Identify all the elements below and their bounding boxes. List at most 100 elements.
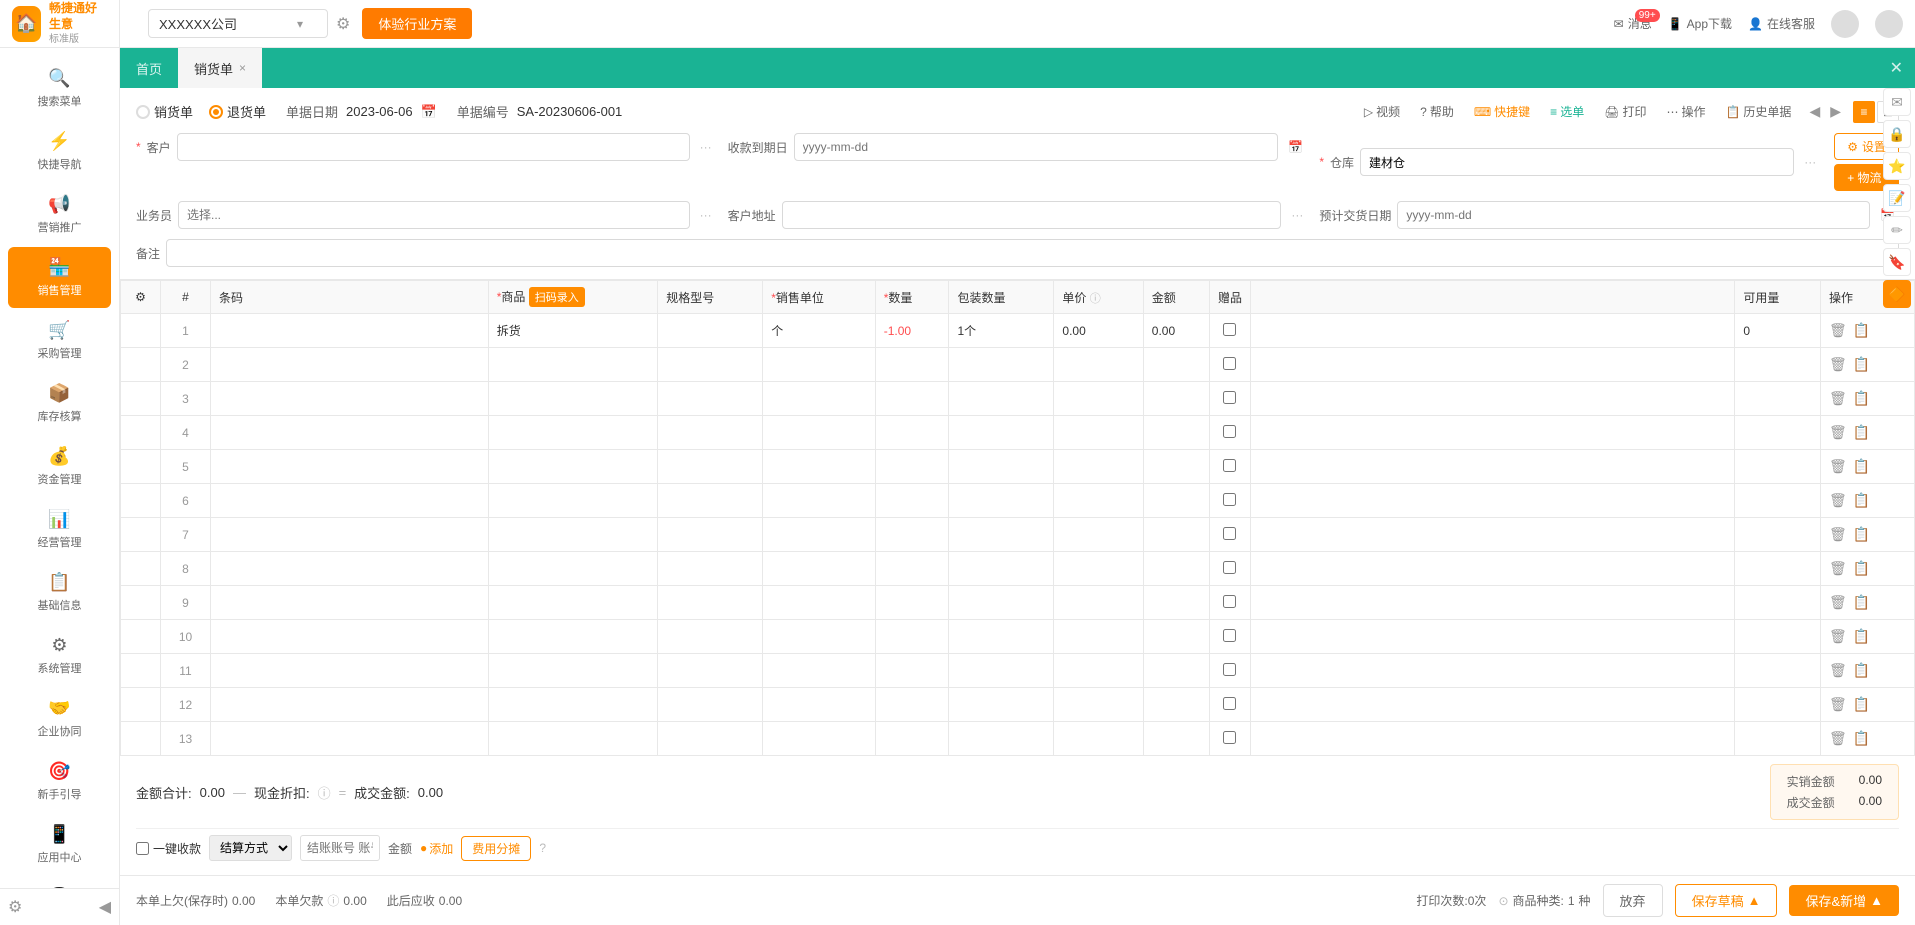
delete-row-btn-1[interactable]: 🗑: [1829, 356, 1847, 373]
td-spec-1[interactable]: [658, 348, 763, 382]
td-gift-3[interactable]: [1209, 416, 1250, 450]
td-spec-2[interactable]: [658, 382, 763, 416]
delete-row-btn-2[interactable]: 🗑: [1829, 390, 1847, 407]
td-amount-3[interactable]: [1143, 416, 1209, 450]
td-amount-5[interactable]: [1143, 484, 1209, 518]
td-pkg-qty-9[interactable]: [949, 620, 1054, 654]
td-product-6[interactable]: [488, 518, 658, 552]
next-record-btn[interactable]: ▶: [1826, 101, 1845, 122]
td-product-12[interactable]: [488, 722, 658, 756]
td-gift-11[interactable]: [1209, 688, 1250, 722]
td-gift-8[interactable]: [1209, 586, 1250, 620]
warehouse-input[interactable]: [1360, 148, 1794, 176]
tab-sales-order[interactable]: 销货单 ×: [178, 48, 262, 88]
td-pkg-qty-0[interactable]: 1个: [949, 314, 1054, 348]
delete-row-btn-11[interactable]: 🗑: [1829, 696, 1847, 713]
delete-row-btn-6[interactable]: 🗑: [1829, 526, 1847, 543]
one-key-payment-btn[interactable]: 一键收款: [136, 840, 201, 857]
td-barcode-7[interactable]: [211, 552, 489, 586]
td-spec-11[interactable]: [658, 688, 763, 722]
td-action-12[interactable]: 🗑 📋: [1820, 722, 1914, 756]
sidebar-item-sales[interactable]: 🏪 销售管理: [8, 247, 111, 308]
td-gift-0[interactable]: [1209, 314, 1250, 348]
td-amount-2[interactable]: [1143, 382, 1209, 416]
td-barcode-12[interactable]: [211, 722, 489, 756]
operation-btn[interactable]: ⋯ 操作: [1660, 100, 1711, 123]
sidebar-item-quick-nav[interactable]: ⚡ 快捷导航: [8, 121, 111, 182]
td-product-4[interactable]: [488, 450, 658, 484]
td-action-11[interactable]: 🗑 📋: [1820, 688, 1914, 722]
footer-help-icon[interactable]: ?: [539, 841, 546, 855]
print-btn[interactable]: 🖨 打印: [1598, 100, 1652, 123]
settings-gear-icon[interactable]: ⚙: [336, 14, 350, 34]
user-avatar-2[interactable]: [1875, 10, 1903, 38]
td-unit-6[interactable]: [763, 518, 876, 552]
copy-row-btn-10[interactable]: 📋: [1853, 662, 1870, 679]
account-input[interactable]: [300, 835, 380, 861]
td-pkg-qty-1[interactable]: [949, 348, 1054, 382]
remark-input[interactable]: [166, 239, 1899, 267]
td-barcode-4[interactable]: [211, 450, 489, 484]
rs-star-icon[interactable]: ⭐: [1883, 152, 1911, 180]
td-spec-6[interactable]: [658, 518, 763, 552]
td-qty-9[interactable]: [875, 620, 949, 654]
delete-row-btn-4[interactable]: 🗑: [1829, 458, 1847, 475]
td-barcode-6[interactable]: [211, 518, 489, 552]
delete-row-btn-5[interactable]: 🗑: [1829, 492, 1847, 509]
discard-button[interactable]: 放弃: [1603, 884, 1663, 917]
td-unit-10[interactable]: [763, 654, 876, 688]
rs-edit-icon[interactable]: ✏: [1883, 216, 1911, 244]
td-product-3[interactable]: [488, 416, 658, 450]
td-action-4[interactable]: 🗑 📋: [1820, 450, 1914, 484]
td-gift-7[interactable]: [1209, 552, 1250, 586]
td-amount-1[interactable]: [1143, 348, 1209, 382]
settle-method-select[interactable]: 结算方式: [209, 835, 292, 861]
td-price-8[interactable]: [1054, 586, 1143, 620]
td-pkg-qty-2[interactable]: [949, 382, 1054, 416]
help-btn[interactable]: ? 帮助: [1414, 100, 1460, 123]
td-price-7[interactable]: [1054, 552, 1143, 586]
td-price-6[interactable]: [1054, 518, 1143, 552]
copy-row-btn-8[interactable]: 📋: [1853, 594, 1870, 611]
tab-home[interactable]: 首页: [120, 48, 178, 88]
sidebar-item-wechat[interactable]: 💬 企业微信: [8, 877, 111, 888]
sidebar-settings-btn[interactable]: ⚙: [8, 897, 22, 917]
td-gift-6[interactable]: [1209, 518, 1250, 552]
td-spec-12[interactable]: [658, 722, 763, 756]
td-pkg-qty-8[interactable]: [949, 586, 1054, 620]
td-barcode-0[interactable]: [211, 314, 489, 348]
sidebar-item-basic[interactable]: 📋 基础信息: [8, 562, 111, 623]
delete-row-btn-9[interactable]: 🗑: [1829, 628, 1847, 645]
td-action-6[interactable]: 🗑 📋: [1820, 518, 1914, 552]
sidebar-item-system[interactable]: ⚙ 系统管理: [8, 625, 111, 686]
td-qty-8[interactable]: [875, 586, 949, 620]
company-selector[interactable]: XXXXXX公司 ▾: [148, 9, 328, 38]
sidebar-item-marketing[interactable]: 📢 营销推广: [8, 184, 111, 245]
radio-sales-order[interactable]: 销货单: [136, 102, 193, 121]
td-product-2[interactable]: [488, 382, 658, 416]
td-action-0[interactable]: 🗑 📋: [1820, 314, 1914, 348]
sidebar-item-app-center[interactable]: 📱 应用中心: [8, 814, 111, 875]
td-price-2[interactable]: [1054, 382, 1143, 416]
sidebar-item-inventory[interactable]: 📦 库存核算: [8, 373, 111, 434]
expected-date-input[interactable]: [1397, 201, 1870, 229]
td-unit-1[interactable]: [763, 348, 876, 382]
customer-input[interactable]: [177, 133, 690, 161]
message-button[interactable]: ✉ 消息 99+: [1614, 15, 1652, 32]
td-gift-2[interactable]: [1209, 382, 1250, 416]
td-pkg-qty-6[interactable]: [949, 518, 1054, 552]
td-amount-10[interactable]: [1143, 654, 1209, 688]
delete-row-btn-12[interactable]: 🗑: [1829, 730, 1847, 747]
td-amount-6[interactable]: [1143, 518, 1209, 552]
expense-btn[interactable]: 费用分摊: [461, 836, 531, 861]
delete-row-btn-0[interactable]: 🗑: [1829, 322, 1847, 339]
save-draft-button[interactable]: 保存草稿 ▲: [1675, 884, 1778, 917]
td-pkg-qty-10[interactable]: [949, 654, 1054, 688]
td-barcode-2[interactable]: [211, 382, 489, 416]
td-amount-9[interactable]: [1143, 620, 1209, 654]
td-amount-4[interactable]: [1143, 450, 1209, 484]
td-barcode-8[interactable]: [211, 586, 489, 620]
trial-button[interactable]: 体验行业方案: [362, 8, 472, 39]
copy-row-btn-11[interactable]: 📋: [1853, 696, 1870, 713]
copy-row-btn-1[interactable]: 📋: [1853, 356, 1870, 373]
